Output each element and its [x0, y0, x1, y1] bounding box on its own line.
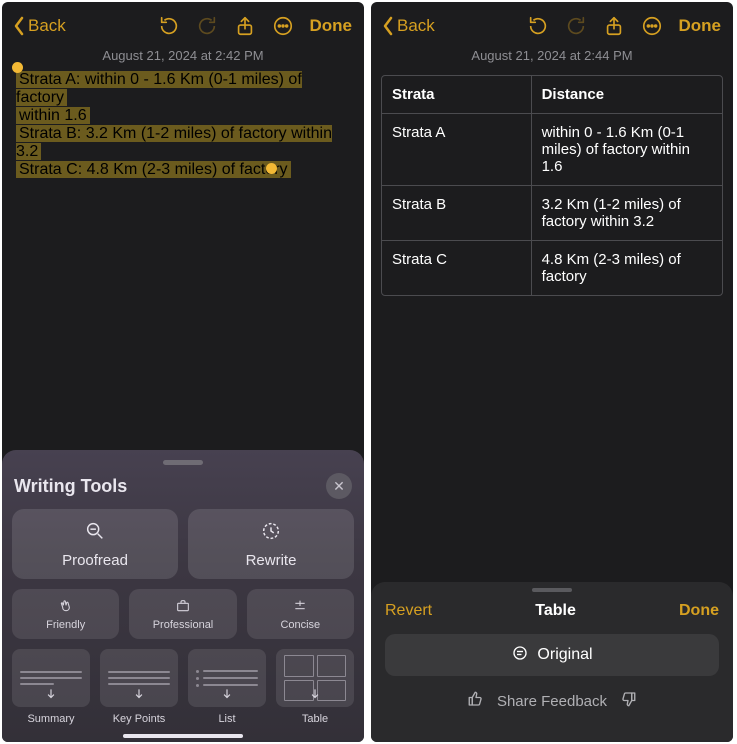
panel-title: Table [535, 602, 576, 620]
briefcase-icon [175, 598, 191, 617]
professional-button[interactable]: Professional [129, 589, 236, 639]
concise-label: Concise [280, 619, 320, 631]
panel-done-button[interactable]: Done [679, 602, 719, 620]
close-button[interactable]: ✕ [326, 473, 352, 499]
note-content[interactable]: Strata A: within 0 - 1.6 Km (0-1 miles) … [2, 71, 364, 179]
concise-button[interactable]: Concise [247, 589, 354, 639]
selected-text: Strata C: 4.8 Km (2-3 miles) of factory [16, 161, 291, 178]
table-row: Strata B 3.2 Km (1-2 miles) of factory w… [382, 185, 722, 240]
table-cell: Strata C [382, 241, 532, 295]
selection-handle-start[interactable] [12, 62, 23, 73]
original-icon [511, 644, 529, 667]
nav-bar: Back Done [2, 2, 364, 46]
more-icon[interactable] [272, 15, 294, 37]
rewrite-label: Rewrite [246, 552, 297, 569]
table-cell: 3.2 Km (1-2 miles) of factory within 3.2 [532, 186, 722, 240]
table-cell: within 0 - 1.6 Km (0-1 miles) of factory… [532, 114, 722, 185]
friendly-label: Friendly [46, 619, 85, 631]
note-timestamp: August 21, 2024 at 2:44 PM [371, 46, 733, 71]
rewrite-button[interactable]: Rewrite [188, 509, 354, 579]
selected-text: Strata B: 3.2 Km (1-2 miles) of factory … [16, 125, 332, 160]
table-option[interactable]: Table [276, 649, 354, 725]
result-table: Strata Distance Strata A within 0 - 1.6 … [381, 75, 723, 296]
undo-icon[interactable] [158, 15, 180, 37]
more-icon[interactable] [641, 15, 663, 37]
keypoints-label: Key Points [113, 713, 166, 725]
back-button[interactable]: Back [381, 16, 435, 36]
proofread-button[interactable]: Proofread [12, 509, 178, 579]
thumbs-up-icon[interactable] [467, 690, 485, 712]
done-button[interactable]: Done [679, 16, 722, 36]
concise-icon [292, 598, 308, 617]
table-cell: Strata A [382, 114, 532, 185]
table-cell: 4.8 Km (2-3 miles) of factory [532, 241, 722, 295]
summary-thumbnail [12, 649, 90, 707]
back-label: Back [28, 16, 66, 36]
table-header-row: Strata Distance [382, 76, 722, 113]
selected-text: within 1.6 [16, 107, 90, 124]
redo-icon[interactable] [196, 15, 218, 37]
keypoints-option[interactable]: Key Points [100, 649, 178, 725]
list-label: List [218, 713, 235, 725]
screen-before: Back Done August 21, 2024 at 2:42 PM Str… [2, 2, 364, 742]
share-icon[interactable] [234, 15, 256, 37]
original-button[interactable]: Original [385, 634, 719, 676]
original-label: Original [537, 646, 592, 664]
selected-text: Strata A: within 0 - 1.6 Km (0-1 miles) … [16, 71, 302, 106]
sheet-title: Writing Tools [14, 476, 127, 497]
rewrite-icon [260, 520, 282, 546]
sheet-grabber[interactable] [163, 460, 203, 465]
done-button[interactable]: Done [310, 16, 353, 36]
table-thumbnail [276, 649, 354, 707]
undo-icon[interactable] [527, 15, 549, 37]
result-panel: Revert Table Done Original Share Feedbac… [371, 582, 733, 742]
summary-option[interactable]: Summary [12, 649, 90, 725]
share-feedback-button[interactable]: Share Feedback [497, 693, 607, 710]
nav-bar: Back Done [371, 2, 733, 46]
close-icon: ✕ [333, 478, 345, 495]
table-label: Table [302, 713, 328, 725]
summary-label: Summary [27, 713, 74, 725]
table-row: Strata A within 0 - 1.6 Km (0-1 miles) o… [382, 113, 722, 185]
back-label: Back [397, 16, 435, 36]
writing-tools-sheet: Writing Tools ✕ Proofread Rewrite [2, 450, 364, 742]
table-header-cell: Distance [532, 76, 722, 113]
chevron-left-icon [12, 16, 26, 36]
keypoints-thumbnail [100, 649, 178, 707]
table-header-cell: Strata [382, 76, 532, 113]
redo-icon[interactable] [565, 15, 587, 37]
screen-after: Back Done August 21, 2024 at 2:44 PM Str… [371, 2, 733, 742]
list-option[interactable]: List [188, 649, 266, 725]
table-row: Strata C 4.8 Km (2-3 miles) of factory [382, 240, 722, 295]
wave-icon [58, 598, 74, 617]
revert-button[interactable]: Revert [385, 602, 432, 620]
professional-label: Professional [153, 619, 214, 631]
back-button[interactable]: Back [12, 16, 66, 36]
table-cell: Strata B [382, 186, 532, 240]
friendly-button[interactable]: Friendly [12, 589, 119, 639]
home-indicator[interactable] [123, 734, 243, 738]
magnifier-icon [84, 520, 106, 546]
selection-handle-end[interactable] [266, 163, 277, 174]
thumbs-down-icon[interactable] [619, 690, 637, 712]
note-timestamp: August 21, 2024 at 2:42 PM [2, 46, 364, 71]
share-icon[interactable] [603, 15, 625, 37]
proofread-label: Proofread [62, 552, 128, 569]
sheet-grabber[interactable] [532, 588, 572, 592]
chevron-left-icon [381, 16, 395, 36]
list-thumbnail [188, 649, 266, 707]
